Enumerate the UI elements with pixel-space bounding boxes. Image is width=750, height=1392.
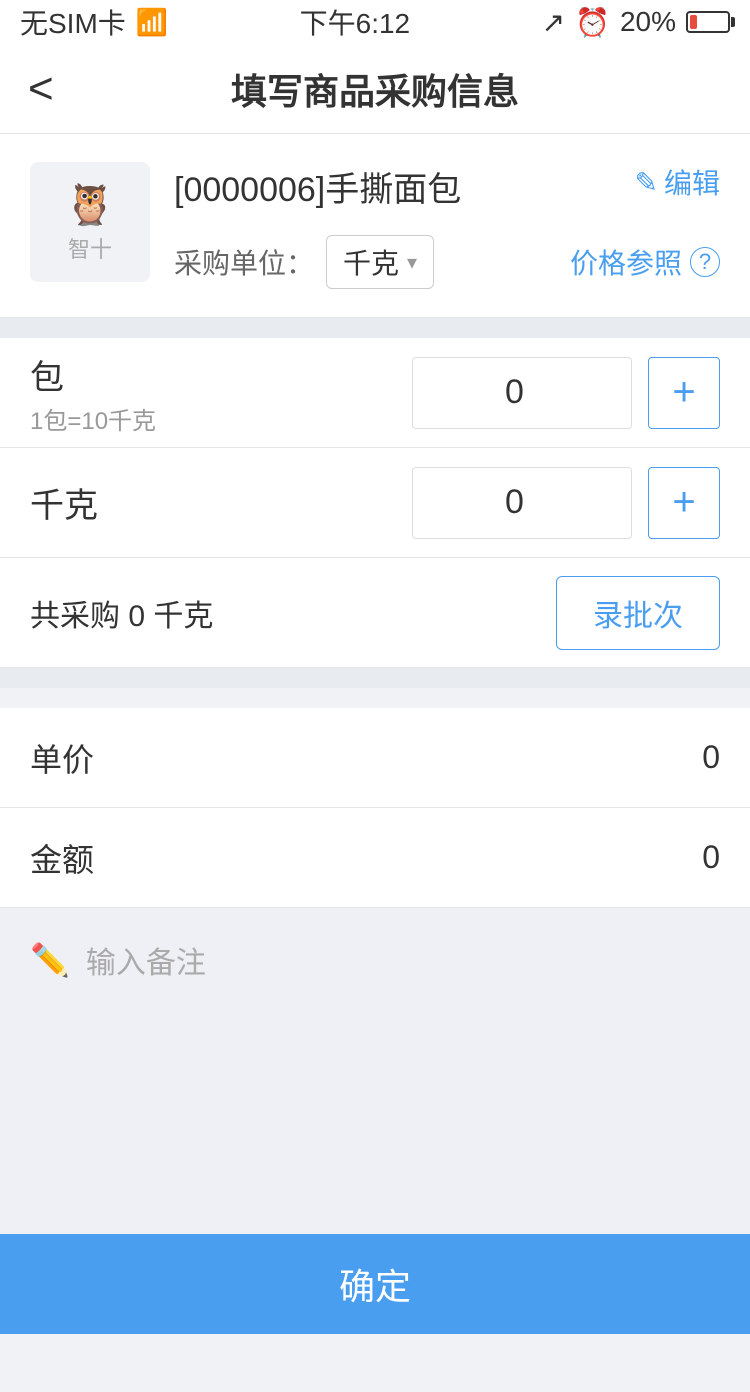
- price-ref-button[interactable]: 价格参照 ?: [570, 242, 720, 282]
- unit-select-text: 千克: [343, 242, 399, 282]
- qianke-quantity-input[interactable]: [412, 467, 632, 539]
- summary-text: 共采购 0 千克: [30, 591, 213, 635]
- batch-button[interactable]: 录批次: [556, 576, 720, 650]
- bao-input-right: +: [156, 357, 720, 429]
- bao-plus-button[interactable]: +: [648, 357, 720, 429]
- edit-icon: ✎: [635, 166, 658, 199]
- status-left: 无SIM卡 📶: [20, 2, 168, 42]
- product-info: [0000006]手撕面包 ✎ 编辑 采购单位： 千克 ▾ 价格参照 ?: [174, 162, 720, 289]
- product-image: 🦉 智十: [30, 162, 150, 282]
- qianke-input-right: +: [150, 467, 720, 539]
- input-section: 包 1包=10千克 + 千克 + 共采购 0 千克 录批次: [0, 338, 750, 668]
- purchase-unit-label: 采购单位：: [174, 242, 314, 282]
- price-section: 单价 0 金额 0: [0, 708, 750, 908]
- edit-label: 编辑: [664, 162, 720, 202]
- unit-price-value: 0: [702, 739, 720, 776]
- product-card: 🦉 智十 [0000006]手撕面包 ✎ 编辑 采购单位： 千克 ▾ 价格参照 …: [0, 134, 750, 318]
- unit-price-row: 单价 0: [0, 708, 750, 808]
- note-section[interactable]: ✏️ 输入备注: [0, 908, 750, 1012]
- battery-percent: 20%: [620, 6, 676, 38]
- unit-select[interactable]: 千克 ▾: [326, 235, 434, 289]
- bao-sub-label: 1包=10千克: [30, 401, 156, 436]
- help-icon: ?: [690, 247, 720, 277]
- nav-bar: < 填写商品采购信息: [0, 44, 750, 134]
- section-divider-2: [0, 668, 750, 688]
- location-icon: ↗: [542, 6, 565, 39]
- battery-icon: [686, 11, 730, 33]
- status-right: ↗ ⏰ 20%: [542, 6, 730, 39]
- status-time: 下午6:12: [300, 2, 411, 42]
- owl-icon: 🦉: [65, 181, 115, 228]
- price-ref-label: 价格参照: [570, 242, 682, 282]
- amount-label: 金额: [30, 835, 94, 881]
- wifi-icon: 📶: [136, 7, 168, 38]
- purchase-unit-row: 采购单位： 千克 ▾ 价格参照 ?: [174, 235, 720, 289]
- chevron-down-icon: ▾: [407, 250, 417, 275]
- note-placeholder: 输入备注: [86, 938, 206, 982]
- pencil-icon: ✏️: [30, 941, 70, 979]
- qianke-input-row: 千克 +: [0, 448, 750, 558]
- unit-price-label: 单价: [30, 735, 94, 781]
- confirm-button[interactable]: 确定: [0, 1234, 750, 1334]
- qianke-label-group: 千克: [30, 478, 150, 527]
- product-thumbnail: 🦉 智十: [65, 181, 115, 264]
- brand-label: 智十: [68, 232, 112, 264]
- bao-quantity-input[interactable]: [412, 357, 632, 429]
- bao-label-group: 包 1包=10千克: [30, 350, 156, 436]
- page-title: 填写商品采购信息: [231, 63, 519, 115]
- bao-input-row: 包 1包=10千克 +: [0, 338, 750, 448]
- confirm-label: 确定: [339, 1258, 411, 1310]
- amount-row: 金额 0: [0, 808, 750, 908]
- carrier-text: 无SIM卡: [20, 2, 126, 42]
- back-button[interactable]: <: [28, 64, 54, 114]
- qianke-plus-button[interactable]: +: [648, 467, 720, 539]
- product-header: [0000006]手撕面包 ✎ 编辑: [174, 162, 720, 211]
- qianke-main-label: 千克: [30, 478, 150, 527]
- status-bar: 无SIM卡 📶 下午6:12 ↗ ⏰ 20%: [0, 0, 750, 44]
- section-divider-1: [0, 318, 750, 338]
- bao-main-label: 包: [30, 350, 156, 399]
- edit-button[interactable]: ✎ 编辑: [635, 162, 720, 202]
- product-name: [0000006]手撕面包: [174, 162, 461, 211]
- amount-value: 0: [702, 839, 720, 876]
- alarm-icon: ⏰: [575, 6, 610, 39]
- summary-row: 共采购 0 千克 录批次: [0, 558, 750, 668]
